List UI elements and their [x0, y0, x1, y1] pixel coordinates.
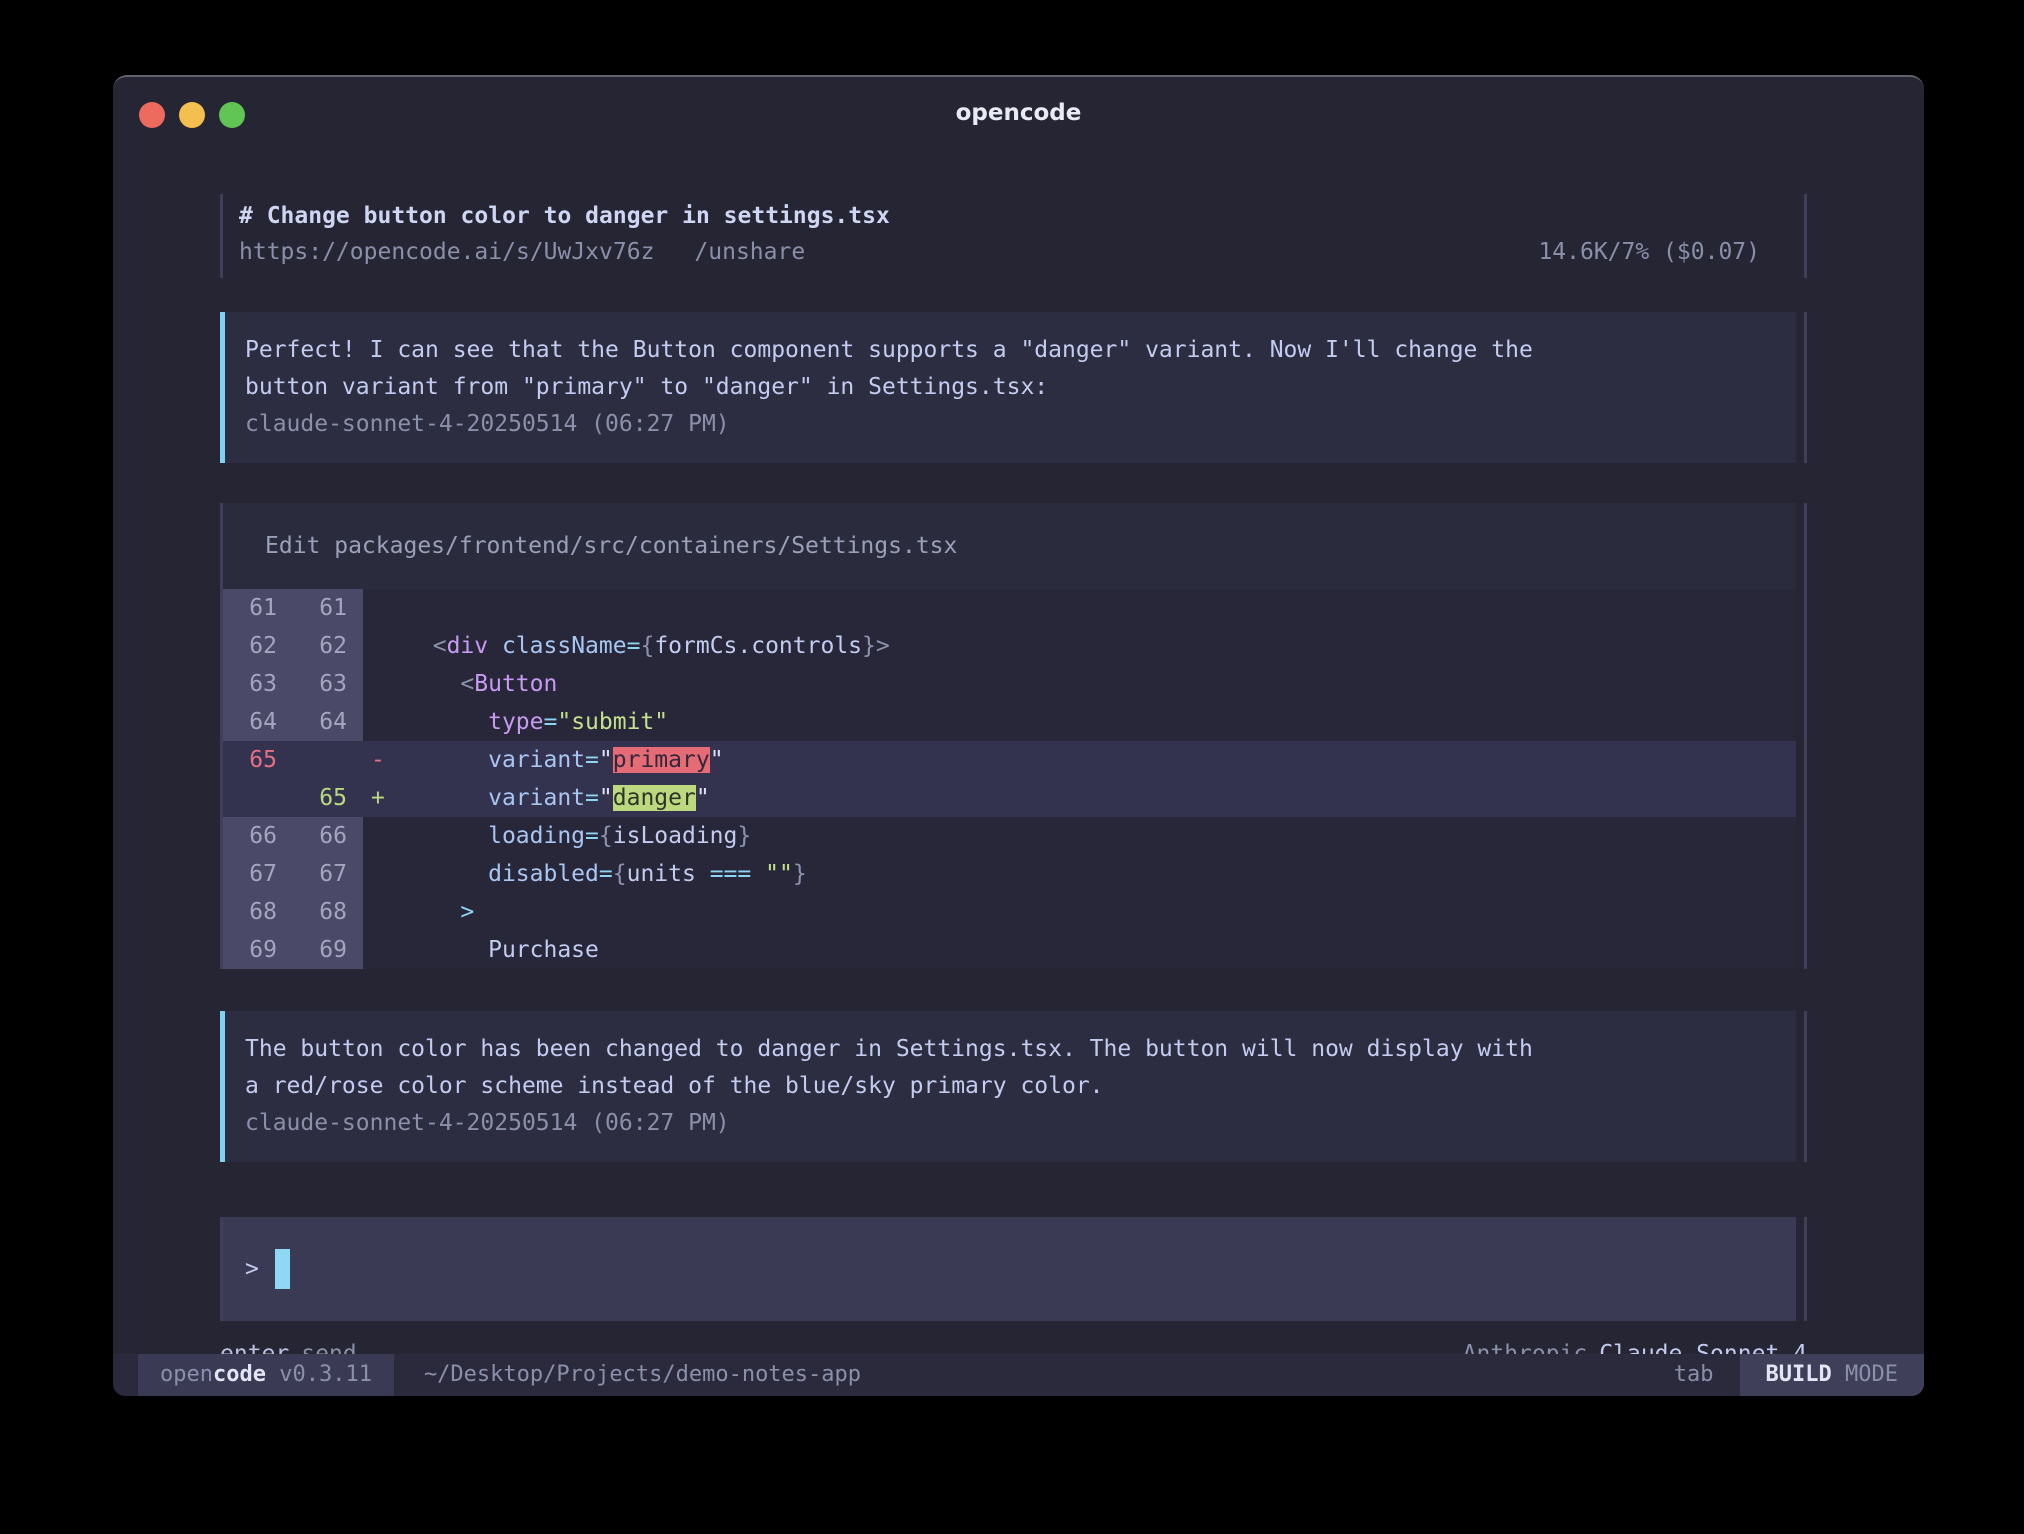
title-bar: opencode	[113, 77, 1924, 153]
diff-row: 6969 Purchase	[223, 931, 1796, 969]
diff-table: 61616262 <div className={formCs.controls…	[223, 589, 1796, 969]
diff-row: 6666 loading={isLoading}	[223, 817, 1796, 855]
diff-row: 6868 >	[223, 893, 1796, 931]
session-title: # Change button color to danger in setti…	[239, 198, 1760, 234]
message-text: Perfect! I can see that the Button compo…	[245, 332, 1760, 406]
assistant-message: The button color has been changed to dan…	[220, 1011, 1807, 1162]
diff-row: 65+ variant="danger"	[223, 779, 1796, 817]
opencode-window: opencode # Change button color to danger…	[113, 75, 1924, 1396]
diff-row: 6262 <div className={formCs.controls}>	[223, 627, 1796, 665]
message-text: The button color has been changed to dan…	[245, 1031, 1760, 1105]
diff-row: 65- variant="primary"	[223, 741, 1796, 779]
prompt-symbol: >	[245, 1256, 259, 1282]
diff-row: 6161	[223, 589, 1796, 627]
session-header: # Change button color to danger in setti…	[220, 194, 1807, 278]
diff-row: 6363 <Button	[223, 665, 1796, 703]
screen: opencode # Change button color to danger…	[0, 0, 2024, 1534]
app-version-badge: opencode v0.3.11	[138, 1354, 394, 1396]
share-url: https://opencode.ai/s/UwJxv76z	[239, 239, 654, 265]
working-directory: ~/Desktop/Projects/demo-notes-app	[424, 1354, 1674, 1396]
mode-badge[interactable]: BUILD MODE	[1740, 1354, 1924, 1396]
assistant-message: Perfect! I can see that the Button compo…	[220, 312, 1807, 463]
window-title: opencode	[113, 77, 1924, 153]
message-meta: claude-sonnet-4-20250514 (06:27 PM)	[245, 406, 1760, 443]
context-stats: 14.6K/7% ($0.07)	[1538, 234, 1760, 270]
text-cursor	[275, 1249, 290, 1289]
status-bar: opencode v0.3.11 ~/Desktop/Projects/demo…	[113, 1354, 1924, 1396]
diff-row: 6464 type="submit"	[223, 703, 1796, 741]
message-meta: claude-sonnet-4-20250514 (06:27 PM)	[245, 1105, 1760, 1142]
prompt-input-block: >	[220, 1217, 1807, 1321]
prompt-input[interactable]: >	[220, 1217, 1796, 1321]
tab-key-hint: tab	[1674, 1354, 1714, 1396]
tool-title: Edit packages/frontend/src/containers/Se…	[223, 529, 1796, 563]
unshare-command: /unshare	[694, 239, 805, 265]
diff-row: 6767 disabled={units === ""}	[223, 855, 1796, 893]
tool-call-edit: Edit packages/frontend/src/containers/Se…	[220, 503, 1807, 969]
